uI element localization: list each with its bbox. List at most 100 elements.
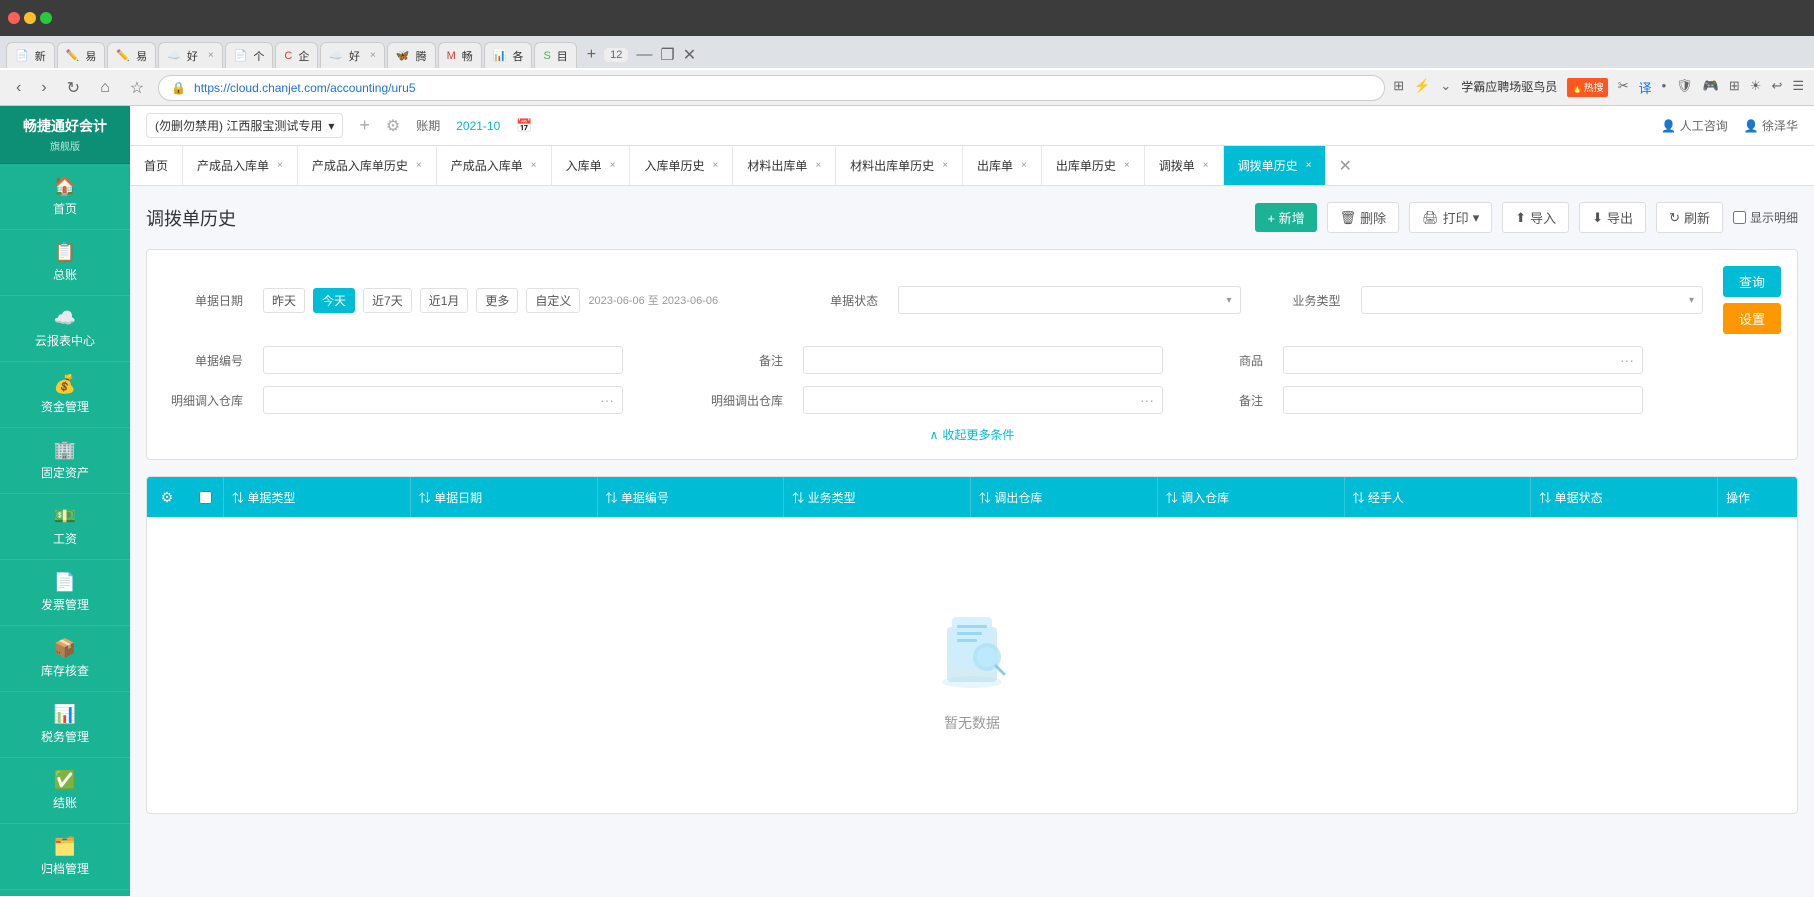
sidebar-item-inventory[interactable]: 📦 库存核查: [0, 626, 130, 692]
note-input[interactable]: [803, 346, 1163, 374]
tab-product-inbound-history[interactable]: 产成品入库单历史 ×: [298, 146, 437, 186]
tab-inbound-history-close[interactable]: ×: [712, 160, 718, 171]
browser-tab-4[interactable]: 📄个: [225, 42, 274, 68]
browser-tab-9[interactable]: 📊各: [484, 42, 533, 68]
period-value[interactable]: 2021-10: [456, 119, 500, 133]
detail-out-more-icon[interactable]: ···: [1140, 392, 1154, 408]
forward-btn[interactable]: ›: [35, 77, 52, 99]
gear-icon[interactable]: ⚙: [386, 116, 400, 136]
more-icon[interactable]: •: [1662, 78, 1667, 97]
detail-note-input[interactable]: [1283, 386, 1643, 414]
sidebar-item-invoice[interactable]: 📄 发票管理: [0, 560, 130, 626]
sun-icon[interactable]: ☀: [1750, 78, 1762, 97]
tab-product-inbound-2-close[interactable]: ×: [531, 160, 537, 171]
tab-transfer-history-close[interactable]: ×: [1306, 160, 1312, 171]
detail-in-select[interactable]: ···: [263, 386, 623, 414]
status-filter-select[interactable]: ▾: [898, 286, 1240, 314]
detail-out-select[interactable]: ···: [803, 386, 1163, 414]
sidebar-item-archive[interactable]: 🗂️ 归档管理: [0, 824, 130, 890]
select-all-checkbox[interactable]: [199, 491, 212, 504]
th-checkbox[interactable]: [187, 491, 223, 504]
extensions-icon[interactable]: ⊞: [1393, 78, 1404, 97]
sidebar-item-ledger[interactable]: 📋 总账: [0, 230, 130, 296]
print-btn[interactable]: 🖨 打印 ▾: [1409, 202, 1492, 233]
date-btn-7days[interactable]: 近7天: [363, 288, 412, 313]
menu-icon[interactable]: ☰: [1792, 78, 1804, 97]
new-tab-btn[interactable]: +: [587, 46, 596, 64]
window-maximize-btn[interactable]: [40, 12, 52, 24]
minimize-btn[interactable]: —: [636, 46, 652, 64]
browser-tab-2[interactable]: ✏️易: [107, 42, 156, 68]
display-checkbox[interactable]: [1733, 211, 1746, 224]
tab-product-inbound[interactable]: 产成品入库单 ×: [183, 146, 298, 186]
browser-tab-8[interactable]: M畅: [438, 42, 482, 68]
tab-material-out-history[interactable]: 材料出库单历史 ×: [836, 146, 963, 186]
browser-tab-3[interactable]: ☁️好×: [158, 42, 223, 68]
detail-in-more-icon[interactable]: ···: [600, 392, 614, 408]
dropdown-icon[interactable]: ⌄: [1440, 78, 1451, 97]
tab-product-inbound-close[interactable]: ×: [277, 160, 283, 171]
translate-icon[interactable]: 译: [1639, 78, 1652, 97]
th-settings[interactable]: ⚙: [147, 489, 187, 506]
tab-out-history-close[interactable]: ×: [1124, 160, 1130, 171]
add-company-btn[interactable]: +: [359, 115, 370, 136]
tab-bar-close-btn[interactable]: ✕: [1330, 156, 1359, 176]
filter-settings-btn[interactable]: 设置: [1723, 303, 1781, 334]
tab-inbound-history[interactable]: 入库单历史 ×: [630, 146, 733, 186]
window-close-btn[interactable]: [8, 12, 20, 24]
browser-tab-1[interactable]: ✏️易: [57, 42, 106, 68]
close-btn[interactable]: ✕: [683, 45, 696, 65]
goods-filter-select[interactable]: ···: [1283, 346, 1643, 374]
browser-tab-10[interactable]: S目: [534, 42, 576, 68]
tab-material-out-history-close[interactable]: ×: [942, 160, 948, 171]
browser-tab-5[interactable]: C企: [275, 42, 318, 68]
refresh-btn[interactable]: ↻: [61, 76, 86, 100]
collapse-btn[interactable]: ∧ 收起更多条件: [930, 426, 1015, 443]
new-btn[interactable]: + 新增: [1255, 203, 1316, 232]
star-btn[interactable]: ☆: [124, 76, 150, 100]
sidebar-item-funds[interactable]: 💰 资金管理: [0, 362, 130, 428]
import-btn[interactable]: ⬆ 导入: [1502, 202, 1569, 233]
lightning-icon[interactable]: ⚡: [1414, 78, 1430, 97]
date-btn-today[interactable]: 今天: [313, 288, 355, 313]
restore-btn[interactable]: ❐: [660, 45, 674, 65]
tab-transfer-close[interactable]: ×: [1203, 160, 1209, 171]
tab-out[interactable]: 出库单 ×: [963, 146, 1042, 186]
window-minimize-btn[interactable]: [24, 12, 36, 24]
sidebar-item-assets[interactable]: 🏢 固定资产: [0, 428, 130, 494]
sidebar-item-home[interactable]: 🏠 首页: [0, 164, 130, 230]
sidebar-item-reports[interactable]: ☁️ 云报表中心: [0, 296, 130, 362]
user-avatar[interactable]: 👤 徐泽华: [1744, 117, 1798, 134]
browser-tab-0[interactable]: 📄新: [6, 42, 55, 68]
tab-material-out-close[interactable]: ×: [815, 160, 821, 171]
grid-icon[interactable]: ⊞: [1729, 78, 1740, 97]
browser-tab-6[interactable]: ☁️好×: [320, 42, 385, 68]
tab-inbound-close[interactable]: ×: [610, 160, 616, 171]
address-bar[interactable]: 🔒 https://cloud.chanjet.com/accounting/u…: [158, 75, 1385, 101]
tab-product-inbound-2[interactable]: 产成品入库单 ×: [437, 146, 552, 186]
tab-home[interactable]: 首页: [130, 146, 183, 186]
doc-number-input[interactable]: [263, 346, 623, 374]
home-btn[interactable]: ⌂: [94, 77, 116, 99]
calendar-icon[interactable]: 📅: [516, 118, 532, 134]
company-selector[interactable]: (勿删勿禁用) 江西服宝测试专用 ▾: [146, 113, 343, 138]
date-btn-custom[interactable]: 自定义: [526, 288, 580, 313]
shield-icon[interactable]: 🛡: [1676, 78, 1693, 97]
tab-material-out[interactable]: 材料出库单 ×: [733, 146, 836, 186]
cut-icon[interactable]: ✂: [1618, 78, 1629, 97]
tab-out-close[interactable]: ×: [1021, 160, 1027, 171]
tab-out-history[interactable]: 出库单历史 ×: [1042, 146, 1145, 186]
tab-transfer[interactable]: 调拨单 ×: [1145, 146, 1224, 186]
sidebar-item-close[interactable]: ✅ 结账: [0, 758, 130, 824]
export-btn[interactable]: ⬇ 导出: [1579, 202, 1646, 233]
undo-icon[interactable]: ↩: [1771, 78, 1782, 97]
refresh-btn[interactable]: ↻ 刷新: [1656, 202, 1723, 233]
game-icon[interactable]: 🎮: [1703, 78, 1719, 97]
date-btn-yesterday[interactable]: 昨天: [263, 288, 305, 313]
tab-product-inbound-history-close[interactable]: ×: [416, 160, 422, 171]
goods-more-icon[interactable]: ···: [1620, 352, 1634, 368]
tab-transfer-history[interactable]: 调拨单历史 ×: [1224, 146, 1327, 186]
query-btn[interactable]: 查询: [1723, 266, 1781, 297]
biz-type-filter-select[interactable]: ▾: [1361, 286, 1703, 314]
date-btn-1month[interactable]: 近1月: [420, 288, 469, 313]
